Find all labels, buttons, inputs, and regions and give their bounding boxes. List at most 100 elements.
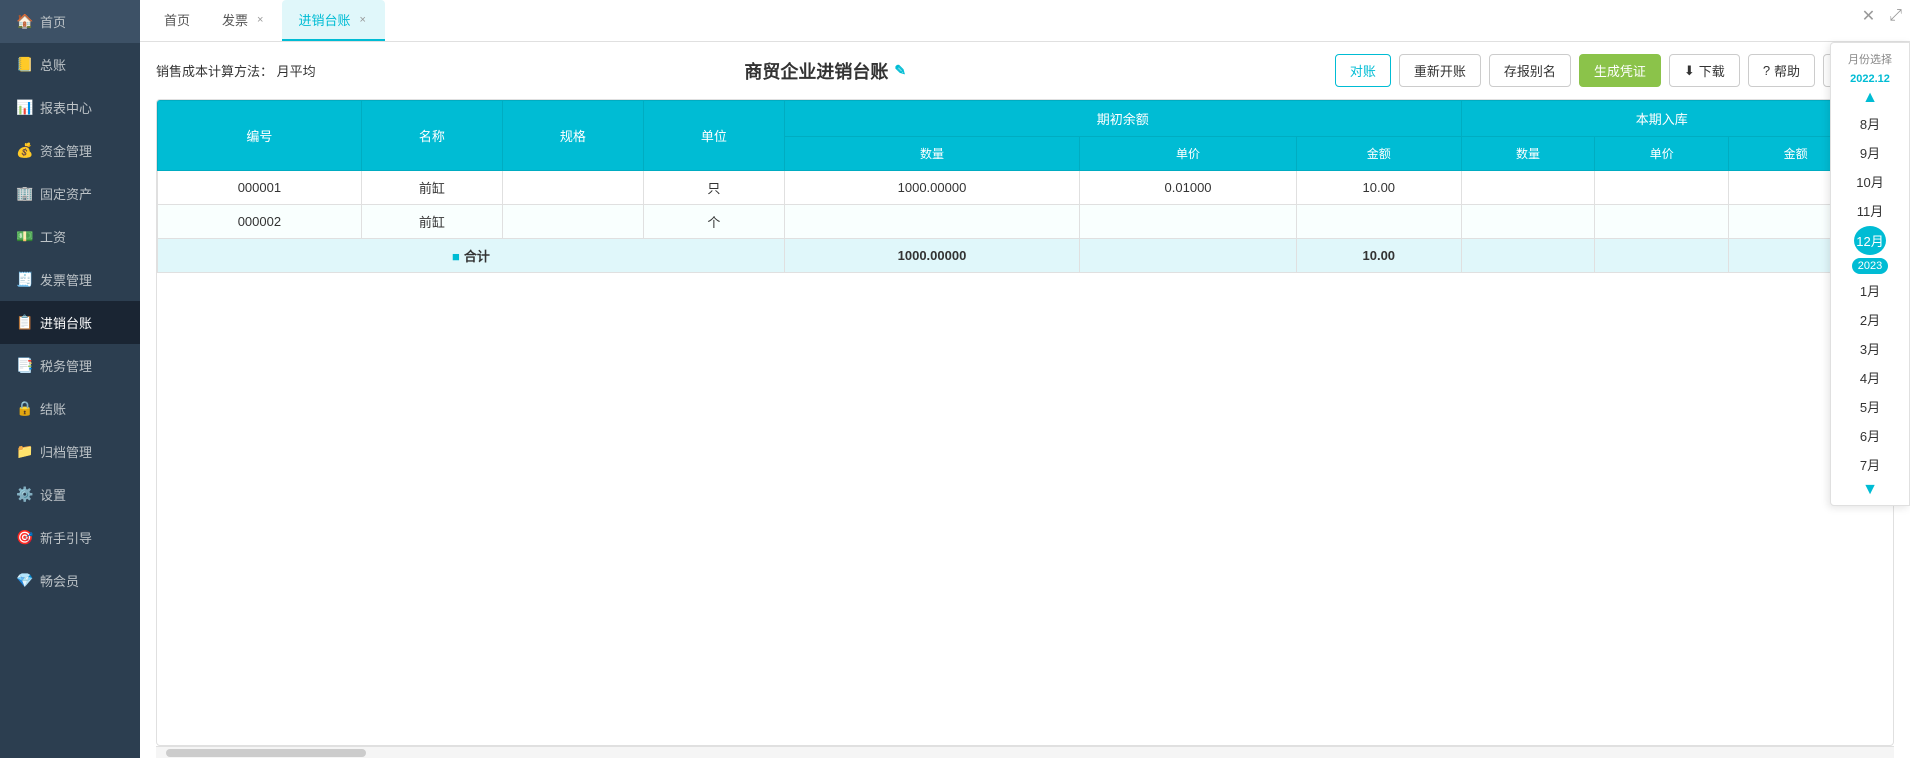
sidebar-item-salary[interactable]: 💵 工资	[0, 215, 140, 258]
month-nav-up[interactable]: ▲	[1831, 87, 1909, 109]
inventory-icon: 📋	[16, 314, 32, 331]
sidebar-item-assets[interactable]: 🏢 固定资产	[0, 172, 140, 215]
tab-inventory[interactable]: 进销台账 ×	[282, 0, 384, 41]
sidebar-item-vip[interactable]: 💎 畅会员	[0, 559, 140, 602]
cell-code: 000001	[158, 171, 362, 205]
page-title-text: 商贸企业进销台账	[744, 58, 888, 84]
sidebar-item-tax[interactable]: 📑 税务管理	[0, 344, 140, 387]
sidebar-item-label: 首页	[40, 12, 66, 31]
tab-inventory-label: 进销台账	[298, 10, 350, 29]
page-content: 销售成本计算方法： 月平均 商贸企业进销台账 ✎ 对账 重新开账 存报别名 生成…	[140, 42, 1910, 758]
tab-invoice-close[interactable]: ×	[254, 13, 266, 27]
cell-name: 前缸	[361, 171, 502, 205]
generate-voucher-button[interactable]: 生成凭证	[1579, 54, 1661, 87]
sidebar-item-label: 设置	[40, 485, 66, 504]
month-item-6[interactable]: 6月	[1831, 421, 1909, 450]
month-item-4[interactable]: 4月	[1831, 363, 1909, 392]
month-item-11[interactable]: 11月	[1831, 196, 1909, 225]
sidebar-item-home[interactable]: 🏠 首页	[0, 0, 140, 43]
sidebar: 🏠 首页 📒 总账 📊 报表中心 💰 资金管理 🏢 固定资产 💵 工资 🧾 发票…	[0, 0, 140, 758]
total-open-qty: 1000.00000	[784, 239, 1079, 273]
total-in-qty	[1461, 239, 1595, 273]
reopen-button[interactable]: 重新开账	[1399, 54, 1481, 87]
settings-icon: ⚙️	[16, 486, 32, 503]
funds-icon: 💰	[16, 142, 32, 159]
sidebar-item-settings[interactable]: ⚙️ 设置	[0, 473, 140, 516]
top-bar: 销售成本计算方法： 月平均 商贸企业进销台账 ✎ 对账 重新开账 存报别名 生成…	[156, 54, 1894, 87]
assets-icon: 🏢	[16, 185, 32, 202]
cell-name: 前缸	[361, 205, 502, 239]
window-controls: ✕ ⤢	[1858, 4, 1906, 28]
col-code: 编号	[158, 101, 362, 171]
month-item-9[interactable]: 9月	[1831, 138, 1909, 167]
month-item-1[interactable]: 1月	[1831, 276, 1909, 305]
sidebar-item-label: 工资	[40, 227, 66, 246]
tab-home[interactable]: 首页	[148, 0, 206, 41]
download-button[interactable]: ⬇ 下载	[1669, 54, 1740, 87]
sidebar-item-label: 资金管理	[40, 141, 92, 160]
table-row[interactable]: 000002 前缸 个	[158, 205, 1893, 239]
total-open-price	[1080, 239, 1297, 273]
month-item-7[interactable]: 7月	[1831, 450, 1909, 479]
tab-invoice[interactable]: 发票 ×	[206, 0, 282, 41]
help-icon: ?	[1763, 63, 1770, 78]
sidebar-item-reports[interactable]: 📊 报表中心	[0, 86, 140, 129]
col-open-amount: 金额	[1296, 137, 1461, 171]
month-item-12[interactable]: 12月	[1854, 226, 1886, 255]
table-row[interactable]: 000001 前缸 只 1000.00000 0.01000 10.00	[158, 171, 1893, 205]
save-alias-button[interactable]: 存报别名	[1489, 54, 1571, 87]
col-name: 名称	[361, 101, 502, 171]
month-nav-down[interactable]: ▼	[1831, 479, 1909, 501]
sidebar-item-invoice[interactable]: 🧾 发票管理	[0, 258, 140, 301]
cell-in-qty	[1461, 171, 1595, 205]
cell-in-qty	[1461, 205, 1595, 239]
sidebar-item-label: 进销台账	[40, 313, 92, 332]
month-item-5[interactable]: 5月	[1831, 392, 1909, 421]
total-in-price	[1595, 239, 1729, 273]
edit-title-icon[interactable]: ✎	[894, 62, 906, 79]
inventory-table: 编号 名称 规格 单位 期初余额 本期入库 数 数量 单价 金额 数量 单价	[157, 100, 1893, 273]
col-open-price: 单价	[1080, 137, 1297, 171]
month-panel: 月份选择 2022.12 ▲ 8月 9月 10月 11月 12月 2023 1月…	[1830, 42, 1910, 506]
cell-code: 000002	[158, 205, 362, 239]
month-item-2[interactable]: 2月	[1831, 305, 1909, 334]
close-button[interactable]: ✕	[1858, 4, 1879, 28]
sidebar-item-label: 结账	[40, 399, 66, 418]
month-panel-title: 月份选择	[1831, 47, 1909, 71]
sidebar-item-inventory[interactable]: 📋 进销台账	[0, 301, 140, 344]
closing-icon: 🔒	[16, 400, 32, 417]
sidebar-item-label: 发票管理	[40, 270, 92, 289]
month-item-3[interactable]: 3月	[1831, 334, 1909, 363]
download-icon: ⬇	[1684, 63, 1695, 79]
cell-open-qty: 1000.00000	[784, 171, 1079, 205]
maximize-button[interactable]: ⤢	[1885, 5, 1906, 27]
scrollbar-thumb	[166, 749, 366, 757]
sidebar-item-guide[interactable]: 🎯 新手引导	[0, 516, 140, 559]
month-item-10[interactable]: 10月	[1831, 167, 1909, 196]
sidebar-item-archive[interactable]: 📁 归档管理	[0, 430, 140, 473]
col-in-qty: 数量	[1461, 137, 1595, 171]
sidebar-item-label: 报表中心	[40, 98, 92, 117]
sidebar-item-label: 总账	[40, 55, 66, 74]
invoice-icon: 🧾	[16, 271, 32, 288]
help-button[interactable]: ? 帮助	[1748, 54, 1815, 87]
tab-bar: 首页 发票 × 进销台账 ×	[140, 0, 1910, 42]
cell-unit: 个	[643, 205, 784, 239]
col-unit: 单位	[643, 101, 784, 171]
sidebar-item-closing[interactable]: 🔒 结账	[0, 387, 140, 430]
horizontal-scrollbar[interactable]	[156, 746, 1894, 758]
match-button[interactable]: 对账	[1335, 54, 1391, 87]
sidebar-item-funds[interactable]: 💰 资金管理	[0, 129, 140, 172]
sidebar-item-label: 税务管理	[40, 356, 92, 375]
tax-icon: 📑	[16, 357, 32, 374]
cell-open-price: 0.01000	[1080, 171, 1297, 205]
page-title: 商贸企业进销台账 ✎	[744, 58, 906, 84]
ledger-icon: 📒	[16, 56, 32, 73]
cost-method-value: 月平均	[277, 64, 316, 79]
data-table-wrapper[interactable]: 编号 名称 规格 单位 期初余额 本期入库 数 数量 单价 金额 数量 单价	[156, 99, 1894, 746]
cost-method: 销售成本计算方法： 月平均	[156, 61, 316, 80]
tab-inventory-close[interactable]: ×	[356, 13, 368, 27]
cell-open-amount: 10.00	[1296, 171, 1461, 205]
month-item-8[interactable]: 8月	[1831, 109, 1909, 138]
sidebar-item-ledger[interactable]: 📒 总账	[0, 43, 140, 86]
